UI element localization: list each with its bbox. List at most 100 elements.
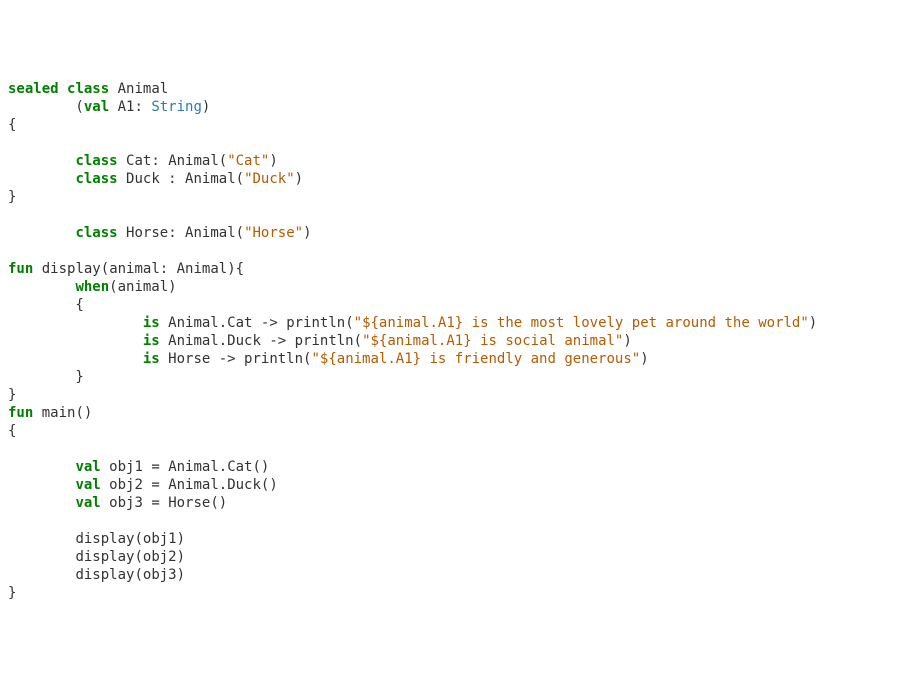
token-kw: is: [143, 351, 160, 367]
token-fn: Cat: [126, 153, 151, 169]
code-line: {: [8, 116, 894, 134]
code-line: val obj2 = Animal.Duck(): [8, 476, 894, 494]
token-kw: class: [75, 153, 117, 169]
token-fn: obj2: [109, 477, 143, 493]
token-kw: class: [75, 171, 117, 187]
token-kw: val: [75, 459, 100, 475]
code-line: sealed class Animal: [8, 80, 894, 98]
code-line: [8, 134, 894, 152]
token-kw: when: [75, 279, 109, 295]
code-line: class Horse: Animal("Horse"): [8, 224, 894, 242]
token-pun: (: [236, 225, 244, 241]
token-fn: animal: [109, 261, 160, 277]
token-type: String: [151, 99, 202, 115]
token-kw: is: [143, 333, 160, 349]
token-fn: Horse: [126, 225, 168, 241]
token-pun: }: [8, 585, 16, 601]
token-kw: fun: [8, 261, 33, 277]
token-pun: [8, 567, 75, 583]
token-kw: class: [67, 81, 109, 97]
token-pun: [8, 333, 143, 349]
token-pun: ): [295, 171, 303, 187]
code-line: when(animal): [8, 278, 894, 296]
token-fn: Animal: [168, 153, 219, 169]
token-pun: [8, 531, 75, 547]
token-pun: [101, 459, 109, 475]
token-kw: class: [75, 225, 117, 241]
code-block: sealed class Animal (val A1: String){ cl…: [8, 80, 894, 602]
token-pun: [160, 333, 168, 349]
token-pun: [8, 279, 75, 295]
code-line: fun display(animal: Animal){: [8, 260, 894, 278]
token-str: "Horse": [244, 225, 303, 241]
token-pun: [8, 351, 143, 367]
token-fn: Duck: [126, 171, 160, 187]
token-kw: is: [143, 315, 160, 331]
token-pun: (: [345, 315, 353, 331]
token-pun: (: [101, 261, 109, 277]
token-pun: [8, 477, 75, 493]
token-pun: }: [8, 387, 16, 403]
code-line: [8, 512, 894, 530]
code-line: display(obj1): [8, 530, 894, 548]
token-pun: [118, 153, 126, 169]
token-pun: (: [8, 99, 84, 115]
token-pun: ): [202, 99, 210, 115]
token-pun: [101, 495, 109, 511]
token-fn: Animal: [168, 459, 219, 475]
token-pun: }: [8, 189, 16, 205]
code-line: [8, 440, 894, 458]
code-line: {: [8, 296, 894, 314]
token-pun: (): [253, 459, 270, 475]
code-line: }: [8, 584, 894, 602]
token-fn: obj3: [109, 495, 143, 511]
token-pun: [8, 459, 75, 475]
token-kw: sealed: [8, 81, 59, 97]
token-fn: obj3: [143, 567, 177, 583]
token-fn: display: [75, 567, 134, 583]
token-fn: Animal: [185, 225, 236, 241]
token-pun: ): [623, 333, 631, 349]
token-pun: [8, 171, 75, 187]
token-fn: Animal: [185, 171, 236, 187]
token-pun: [59, 81, 67, 97]
token-kw: val: [84, 99, 109, 115]
token-fn: Duck: [227, 333, 261, 349]
token-pun: =: [143, 459, 168, 475]
token-str: "${animal.A1} is the most lovely pet aro…: [354, 315, 809, 331]
token-pun: =: [143, 495, 168, 511]
token-fn: obj1: [143, 531, 177, 547]
token-fn: Horse: [168, 495, 210, 511]
code-line: }: [8, 368, 894, 386]
token-fn: println: [295, 333, 354, 349]
token-pun: (: [134, 567, 142, 583]
token-pun: [33, 405, 41, 421]
token-kw: fun: [8, 405, 33, 421]
token-pun: [160, 315, 168, 331]
token-fn: Animal: [177, 261, 228, 277]
token-pun: :: [160, 171, 185, 187]
token-fn: main: [42, 405, 76, 421]
code-line: fun main(): [8, 404, 894, 422]
token-pun: [109, 99, 117, 115]
token-pun: [8, 315, 143, 331]
token-pun: (: [134, 531, 142, 547]
token-str: "Duck": [244, 171, 295, 187]
token-pun: [118, 171, 126, 187]
token-pun: :: [134, 99, 151, 115]
token-pun: :: [160, 261, 177, 277]
token-pun: ->: [261, 333, 295, 349]
code-line: {: [8, 422, 894, 440]
token-pun: (: [219, 153, 227, 169]
token-pun: .: [219, 333, 227, 349]
code-line: is Animal.Cat -> println("${animal.A1} i…: [8, 314, 894, 332]
code-line: class Cat: Animal("Cat"): [8, 152, 894, 170]
token-fn: Animal: [168, 333, 219, 349]
token-pun: :: [151, 153, 168, 169]
token-fn: Horse: [168, 351, 210, 367]
token-str: "Cat": [227, 153, 269, 169]
token-pun: {: [8, 423, 16, 439]
token-pun: ->: [252, 315, 286, 331]
token-pun: [101, 477, 109, 493]
token-fn: obj2: [143, 549, 177, 565]
